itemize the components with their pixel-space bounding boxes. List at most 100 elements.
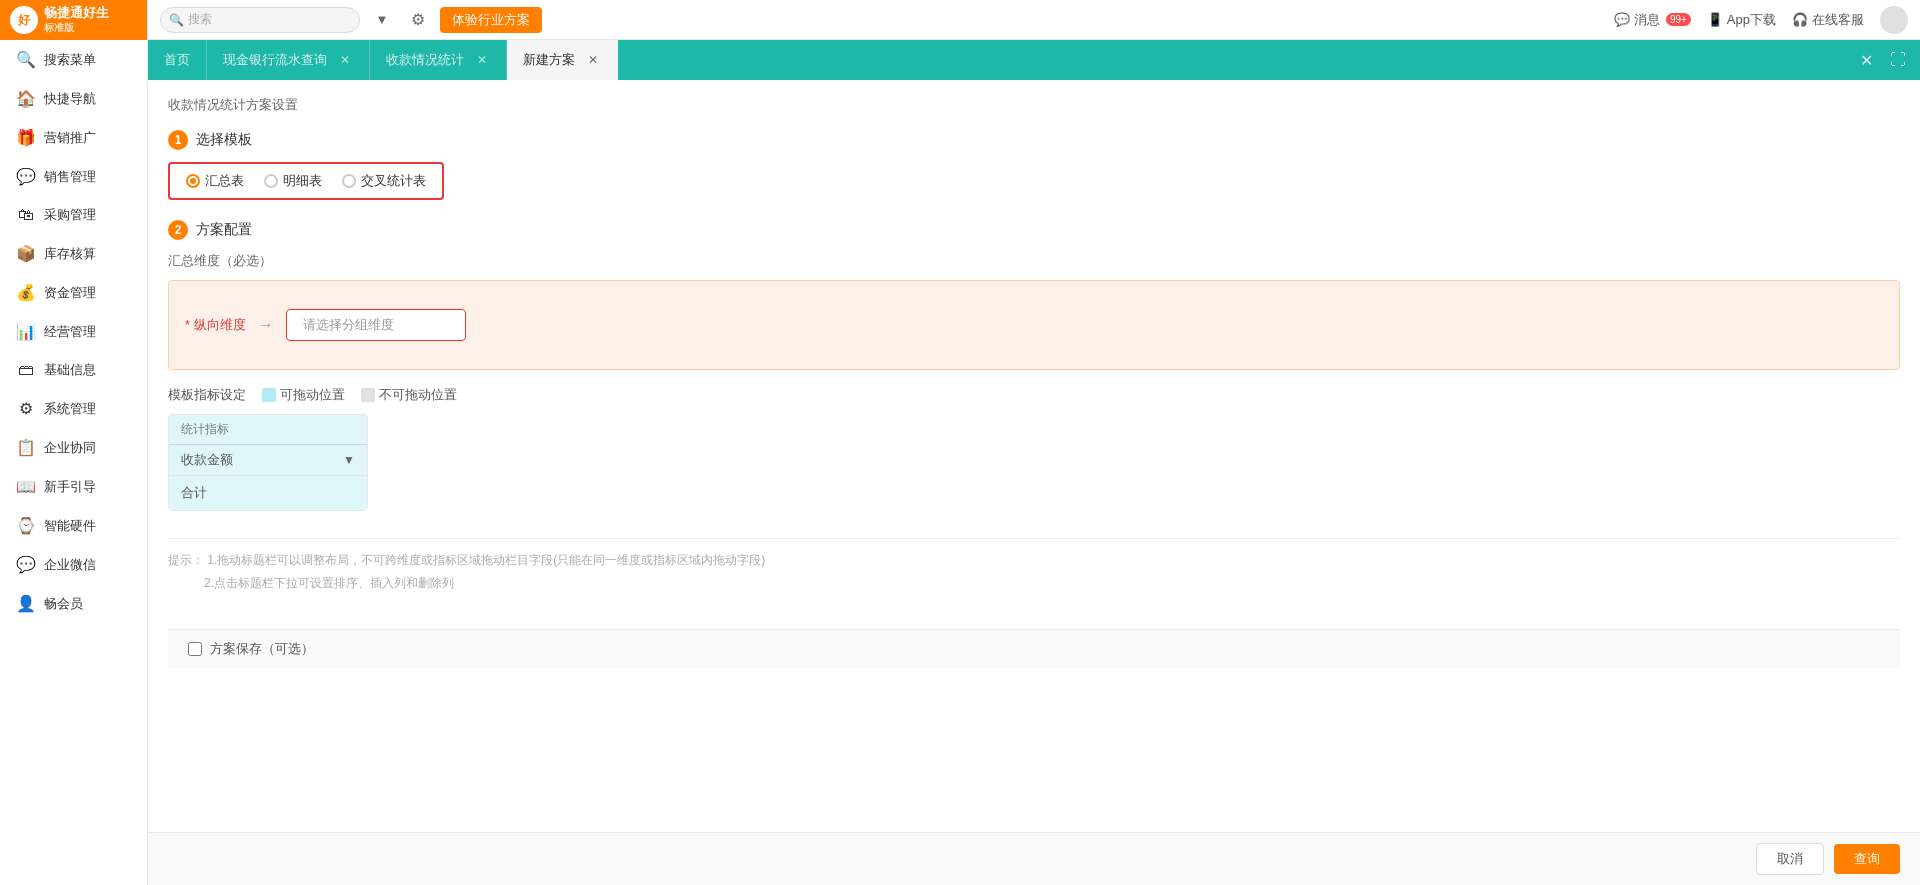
user-avatar[interactable]	[1880, 6, 1908, 34]
search-placeholder: 搜索	[188, 11, 212, 28]
download-item[interactable]: 📱 App下载	[1707, 11, 1776, 29]
content-area: 收款情况统计方案设置 1 选择模板 汇总表 明细表	[148, 80, 1920, 832]
cancel-button[interactable]: 取消	[1756, 843, 1824, 875]
radio-summary-circle	[186, 174, 200, 188]
member-icon: 👤	[16, 594, 36, 613]
sidebar-item-search-menu[interactable]: 🔍 搜索菜单	[0, 40, 147, 79]
logo-sub: 标准版	[44, 21, 109, 35]
sidebar-item-basic-info[interactable]: 🗃 基础信息	[0, 351, 147, 389]
tips-section: 提示： 1.拖动标题栏可以调整布局，不可跨维度或指标区域拖动栏目字段(只能在同一…	[168, 538, 1900, 609]
legend-non-draggable: 不可拖动位置	[361, 386, 457, 404]
tab-home[interactable]: 首页	[148, 40, 207, 80]
query-button[interactable]: 查询	[1834, 844, 1900, 874]
sidebar-item-label: 快捷导航	[44, 90, 96, 108]
tab-bank-flow-close[interactable]: ✕	[337, 52, 353, 68]
dimension-row-label: * 纵向维度	[185, 316, 246, 334]
sidebar-item-member[interactable]: 👤 畅会员	[0, 584, 147, 623]
tip-1: 提示： 1.拖动标题栏可以调整布局，不可跨维度或指标区域拖动栏目字段(只能在同一…	[168, 551, 1900, 570]
section2-title: 方案配置	[196, 221, 252, 239]
sidebar-item-hardware[interactable]: ⌚ 智能硬件	[0, 506, 147, 545]
operations-icon: 📊	[16, 322, 36, 341]
sidebar-item-guide[interactable]: 📖 新手引导	[0, 467, 147, 506]
radio-summary[interactable]: 汇总表	[186, 172, 244, 190]
enterprise-icon: 📋	[16, 438, 36, 457]
save-checkbox[interactable]	[188, 642, 202, 656]
legend-draggable-label: 可拖动位置	[280, 386, 345, 404]
purchase-icon: 🛍	[16, 206, 36, 224]
legend-draggable-box	[262, 388, 276, 402]
tip-2: 2.点击标题栏下拉可设置排序、插入列和删除列	[168, 574, 1900, 593]
download-icon: 📱	[1707, 12, 1723, 27]
hardware-icon: ⌚	[16, 516, 36, 535]
legend-draggable: 可拖动位置	[262, 386, 345, 404]
radio-detail-circle	[264, 174, 278, 188]
logo-icon: 好	[10, 6, 38, 34]
metrics-column-dropdown-icon[interactable]: ▼	[343, 453, 355, 467]
logo-text: 畅捷通好生	[44, 5, 109, 21]
sidebar-item-label: 企业协同	[44, 439, 96, 457]
metrics-column-header[interactable]: 收款金额 ▼	[169, 445, 367, 476]
radio-detail-label: 明细表	[283, 172, 322, 190]
search-box[interactable]: 🔍 搜索	[160, 7, 360, 33]
metrics-config: 模板指标设定 可拖动位置 不可拖动位置 统计指标	[168, 386, 1900, 514]
sidebar-item-finance[interactable]: 💰 资金管理	[0, 273, 147, 312]
sidebar-item-enterprise[interactable]: 📋 企业协同	[0, 428, 147, 467]
sidebar-item-label: 经营管理	[44, 323, 96, 341]
sidebar-item-marketing[interactable]: 🎁 营销推广	[0, 118, 147, 157]
sidebar-item-label: 智能硬件	[44, 517, 96, 535]
system-icon: ⚙	[16, 399, 36, 418]
sidebar-item-label: 企业微信	[44, 556, 96, 574]
trial-btn[interactable]: 体验行业方案	[440, 7, 542, 33]
tabbar-actions: ✕ ⛶	[1844, 40, 1920, 80]
tab-close-all-btn[interactable]: ✕	[1852, 46, 1880, 74]
sidebar-item-sales[interactable]: 💬 销售管理	[0, 157, 147, 196]
sidebar-item-quick-nav[interactable]: 🏠 快捷导航	[0, 79, 147, 118]
legend-non-draggable-box	[361, 388, 375, 402]
quick-nav-icon: 🏠	[16, 89, 36, 108]
tab-collection-stat[interactable]: 收款情况统计 ✕	[370, 40, 507, 80]
tab-collection-stat-close[interactable]: ✕	[474, 52, 490, 68]
radio-detail[interactable]: 明细表	[264, 172, 322, 190]
sidebar-item-operations[interactable]: 📊 经营管理	[0, 312, 147, 351]
notification-item[interactable]: 💬 消息 99+	[1614, 11, 1691, 29]
tip-2-text: 2.点击标题栏下拉可设置排序、插入列和删除列	[204, 576, 454, 590]
dimension-row: * 纵向维度 → 请选择分组维度	[185, 309, 466, 341]
gear-icon[interactable]: ⚙	[404, 6, 432, 34]
radio-cross-circle	[342, 174, 356, 188]
support-item[interactable]: 🎧 在线客服	[1792, 11, 1864, 29]
main-area: 🔍 搜索 ▼ ⚙ 体验行业方案 💬 消息 99+ 📱 App下载 🎧 在线客服	[148, 0, 1920, 885]
save-section: 方案保存（可选）	[168, 629, 1900, 668]
app-logo: 好 畅捷通好生 标准版	[0, 0, 147, 40]
metrics-column-label: 收款金额	[181, 451, 233, 469]
sidebar-item-wechat[interactable]: 💬 企业微信	[0, 545, 147, 584]
sidebar-item-purchase[interactable]: 🛍 采购管理	[0, 196, 147, 234]
dimension-box: * 纵向维度 → 请选择分组维度	[168, 280, 1900, 370]
header-dropdown-btn[interactable]: ▼	[368, 6, 396, 34]
dimension-arrow: →	[258, 316, 274, 334]
section-template: 1 选择模板 汇总表 明细表	[168, 130, 1900, 200]
page-content: 收款情况统计方案设置 1 选择模板 汇总表 明细表	[148, 80, 1920, 832]
message-icon: 💬	[1614, 12, 1630, 27]
section1-title: 选择模板	[196, 131, 252, 149]
radio-cross[interactable]: 交叉统计表	[342, 172, 426, 190]
tab-new-plan-label: 新建方案	[523, 51, 575, 69]
download-label: App下载	[1727, 11, 1776, 29]
section2-header: 2 方案配置	[168, 220, 1900, 240]
sidebar-item-inventory[interactable]: 📦 库存核算	[0, 234, 147, 273]
sidebar-item-system[interactable]: ⚙ 系统管理	[0, 389, 147, 428]
tab-bank-flow[interactable]: 现金银行流水查询 ✕	[207, 40, 370, 80]
header: 🔍 搜索 ▼ ⚙ 体验行业方案 💬 消息 99+ 📱 App下载 🎧 在线客服	[148, 0, 1920, 40]
template-options: 汇总表 明细表 交叉统计表	[168, 162, 444, 200]
sidebar-item-label: 营销推广	[44, 129, 96, 147]
legend-non-draggable-label: 不可拖动位置	[379, 386, 457, 404]
sidebar-item-label: 资金管理	[44, 284, 96, 302]
tab-new-plan[interactable]: 新建方案 ✕	[507, 40, 618, 80]
dimension-subtitle: 汇总维度（必选）	[168, 252, 1900, 270]
metrics-config-label: 模板指标设定	[168, 386, 246, 404]
metrics-table-title: 统计指标	[169, 415, 367, 445]
tab-new-plan-close[interactable]: ✕	[585, 52, 601, 68]
sidebar-item-label: 畅会员	[44, 595, 83, 613]
dimension-input[interactable]: 请选择分组维度	[286, 309, 466, 341]
notification-label: 消息	[1634, 11, 1660, 29]
tab-expand-btn[interactable]: ⛶	[1884, 46, 1912, 74]
